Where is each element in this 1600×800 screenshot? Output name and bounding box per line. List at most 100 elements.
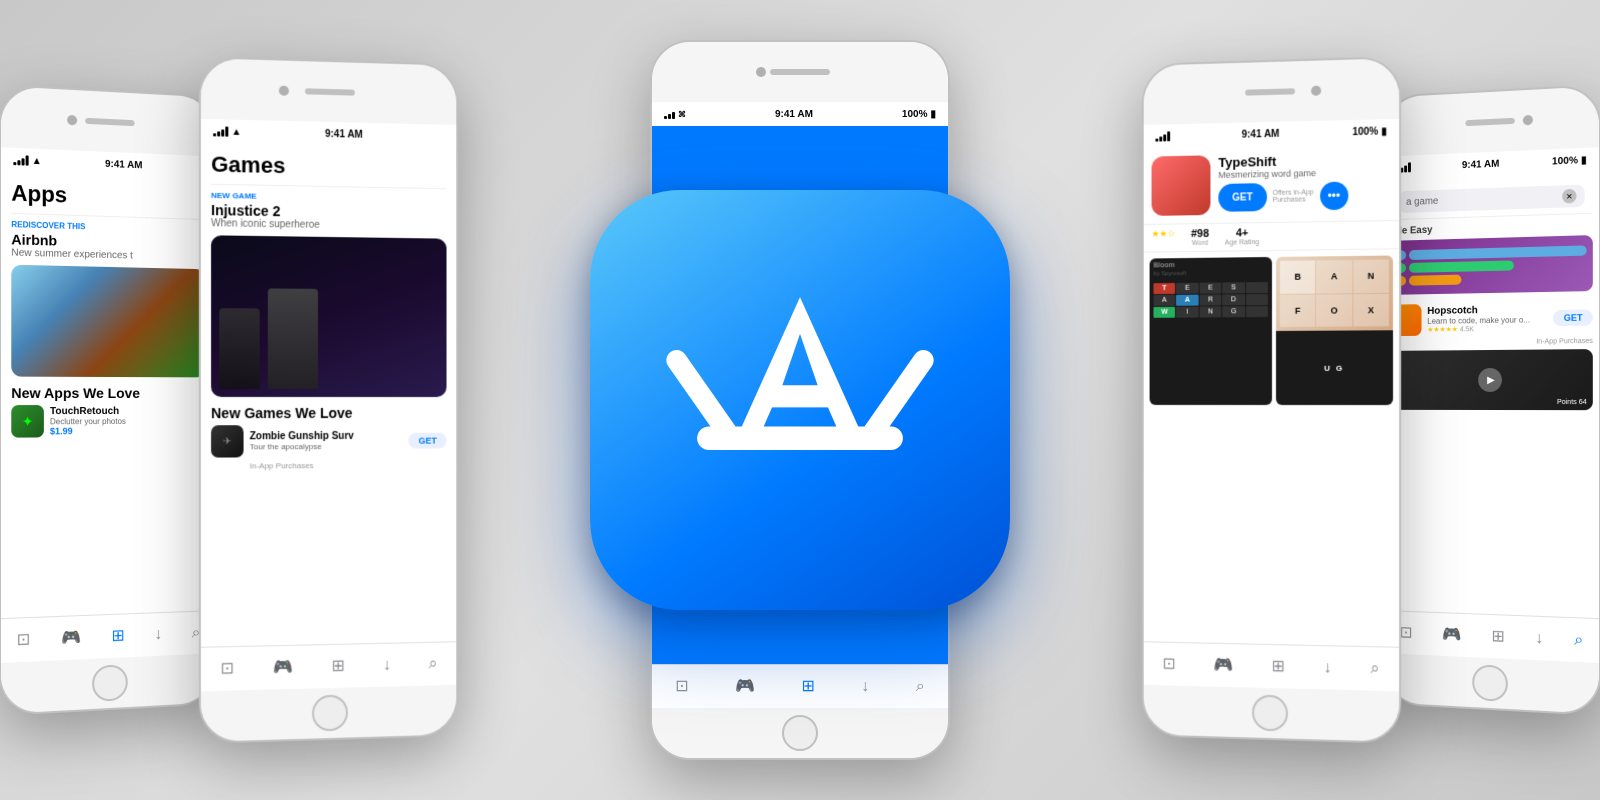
tab-apps-l[interactable]: ⊞ [331,658,344,674]
hopscotch-desc: Learn to code, make your o... [1427,315,1547,326]
home-button-left[interactable] [312,695,348,732]
content-left: Games NEW GAME Injustice 2 When iconic s… [201,143,456,647]
battery-fr: 100% [1552,155,1578,167]
tab-updates-l[interactable]: ↓ [383,657,391,673]
touchretouch-info: TouchRetouch Declutter your photos $1.99 [50,406,205,436]
typeshift-info: TypeShift Mesmerizing word game GET Offe… [1218,151,1391,211]
new-apps-heading: New Apps We Love [11,385,205,401]
tab-games-fl[interactable]: 🎮 [61,630,81,647]
tab-updates-fr[interactable]: ↓ [1535,630,1543,646]
apps-title: Apps [11,180,205,213]
tabbar-right: ⊡ 🎮 ⊞ ↓ ⌕ [1144,641,1399,691]
screen-right: TypeShift Mesmerizing word game GET Offe… [1144,143,1399,647]
tab-apps-r[interactable]: ⊞ [1271,659,1284,675]
phone-left: ▲ 9:41 AM Games NEW GAME Injustice 2 Whe… [199,56,458,744]
home-button-center[interactable] [782,715,818,751]
tile-t1: T [1153,283,1175,294]
hopscotch-get-button[interactable]: GET [1554,309,1593,326]
rank-label: Word [1192,240,1208,247]
tab-search-r[interactable]: ⌕ [1370,661,1379,677]
main-scene: ▲ 9:41 AM Apps REDISCOVER THIS Airbnb Ne… [0,0,1600,800]
word-game-section: Bloom by Spyrosoft T E E S A A R D W [1144,249,1399,411]
camera-far-right [1523,115,1533,126]
signal-center [664,109,675,119]
tab-today-c[interactable]: ⊡ [675,679,688,695]
tab-today-fr[interactable]: ⊡ [1400,625,1413,641]
wifi-far-left: ▲ [32,155,42,167]
age-label: Age Rating [1225,239,1259,246]
tile-n1: N [1199,306,1221,317]
tab-apps-fl[interactable]: ⊞ [111,628,124,645]
bar-blue [1409,245,1587,260]
home-button-far-left[interactable] [92,664,128,702]
signal-right [1155,131,1170,141]
in-app-fr: In-App Purchases [1391,338,1593,347]
tab-games-l[interactable]: 🎮 [273,659,293,676]
tab-apps-c[interactable]: ⊞ [801,679,814,695]
tab-search-l[interactable]: ⌕ [429,656,438,672]
tabbar-center: ⊡ 🎮 ⊞ ↓ ⌕ [652,664,948,708]
tab-search-c[interactable]: ⌕ [916,679,925,695]
tile-d1: D [1223,294,1245,305]
tab-games-r[interactable]: 🎮 [1213,657,1233,673]
camera-right [1311,86,1321,96]
tile-w1: W [1153,307,1175,318]
tile-blank2 [1246,294,1268,305]
clear-icon-fr: ✕ [1562,189,1576,204]
tile-e2: E [1199,283,1221,294]
tab-today-l[interactable]: ⊡ [220,661,234,677]
home-button-far-right[interactable] [1472,664,1508,702]
in-app-label: Offers in-AppPurchases [1273,182,1314,211]
ade-easy-label: ade Easy [1391,220,1593,237]
tab-today-r[interactable]: ⊡ [1163,656,1176,672]
tab-updates-r[interactable]: ↓ [1323,660,1331,676]
hopscotch-stars: ★★★★★ 4.5K [1427,324,1547,333]
search-bar-fr: a game ✕ [1398,184,1584,213]
tile2-x: X [1353,293,1389,326]
phone-bottom-center [652,708,948,758]
zombie-desc: Tour the apocalypse [250,442,403,452]
battery-icon-fr: ▮ [1581,154,1587,165]
tile-s1: S [1223,282,1245,293]
injustice-desc: When iconic superheroe [211,218,446,233]
content-far-left: Apps REDISCOVER THIS Airbnb New summer e… [1,172,215,618]
tab-games-fr[interactable]: 🎮 [1442,627,1461,644]
battery-center: 100% [902,109,928,120]
status-left-center: ⌘ [664,109,686,119]
speaker-right [1245,88,1295,95]
tab-apps-fr[interactable]: ⊞ [1491,629,1504,646]
stars-hopscotch: ★★★★★ [1427,325,1458,333]
tab-search-fr[interactable]: ⌕ [1574,632,1583,649]
tile2-f: F [1280,294,1315,327]
purple-section [1391,235,1593,295]
word-game-right: B A N F O X U G [1276,255,1393,405]
status-right-right: 100% ▮ [1352,126,1387,138]
touchretouch-row: ✦ TouchRetouch Declutter your photos $1.… [11,405,205,438]
tab-updates-fl[interactable]: ↓ [155,626,163,642]
home-button-right[interactable] [1252,695,1288,732]
battery-right: 100% [1352,126,1378,138]
video-thumb: ▶ Points 64 [1391,349,1593,410]
phone-bottom-far-right [1385,653,1599,714]
phone-bottom-far-left [1,653,215,714]
typeshift-buttons: GET Offers in-AppPurchases ••• [1218,181,1391,212]
tile-a2: A [1176,295,1198,306]
play-icon-fr: ▶ [1487,374,1495,385]
typeshift-more-button[interactable]: ••• [1320,182,1348,211]
zombie-in-app: In-App Purchases [250,460,447,470]
battery-icon-right: ▮ [1381,126,1387,137]
touchretouch-icon: ✦ [11,405,44,438]
zombie-get-button[interactable]: GET [409,433,447,449]
time-left: 9:41 AM [325,128,363,140]
wifi-center: ⌘ [678,110,686,119]
airbnb-image [11,265,205,378]
tab-games-c[interactable]: 🎮 [735,679,755,695]
typeshift-get-button[interactable]: GET [1218,183,1266,212]
play-button-fr[interactable]: ▶ [1478,368,1502,392]
bar-row-3 [1396,271,1586,285]
time-far-left: 9:41 AM [105,158,142,171]
speaker-far-left [85,118,135,126]
tab-updates-c[interactable]: ↓ [861,679,869,695]
rating-rank: #98 Word [1191,228,1209,247]
tab-today-fl[interactable]: ⊡ [17,632,31,649]
